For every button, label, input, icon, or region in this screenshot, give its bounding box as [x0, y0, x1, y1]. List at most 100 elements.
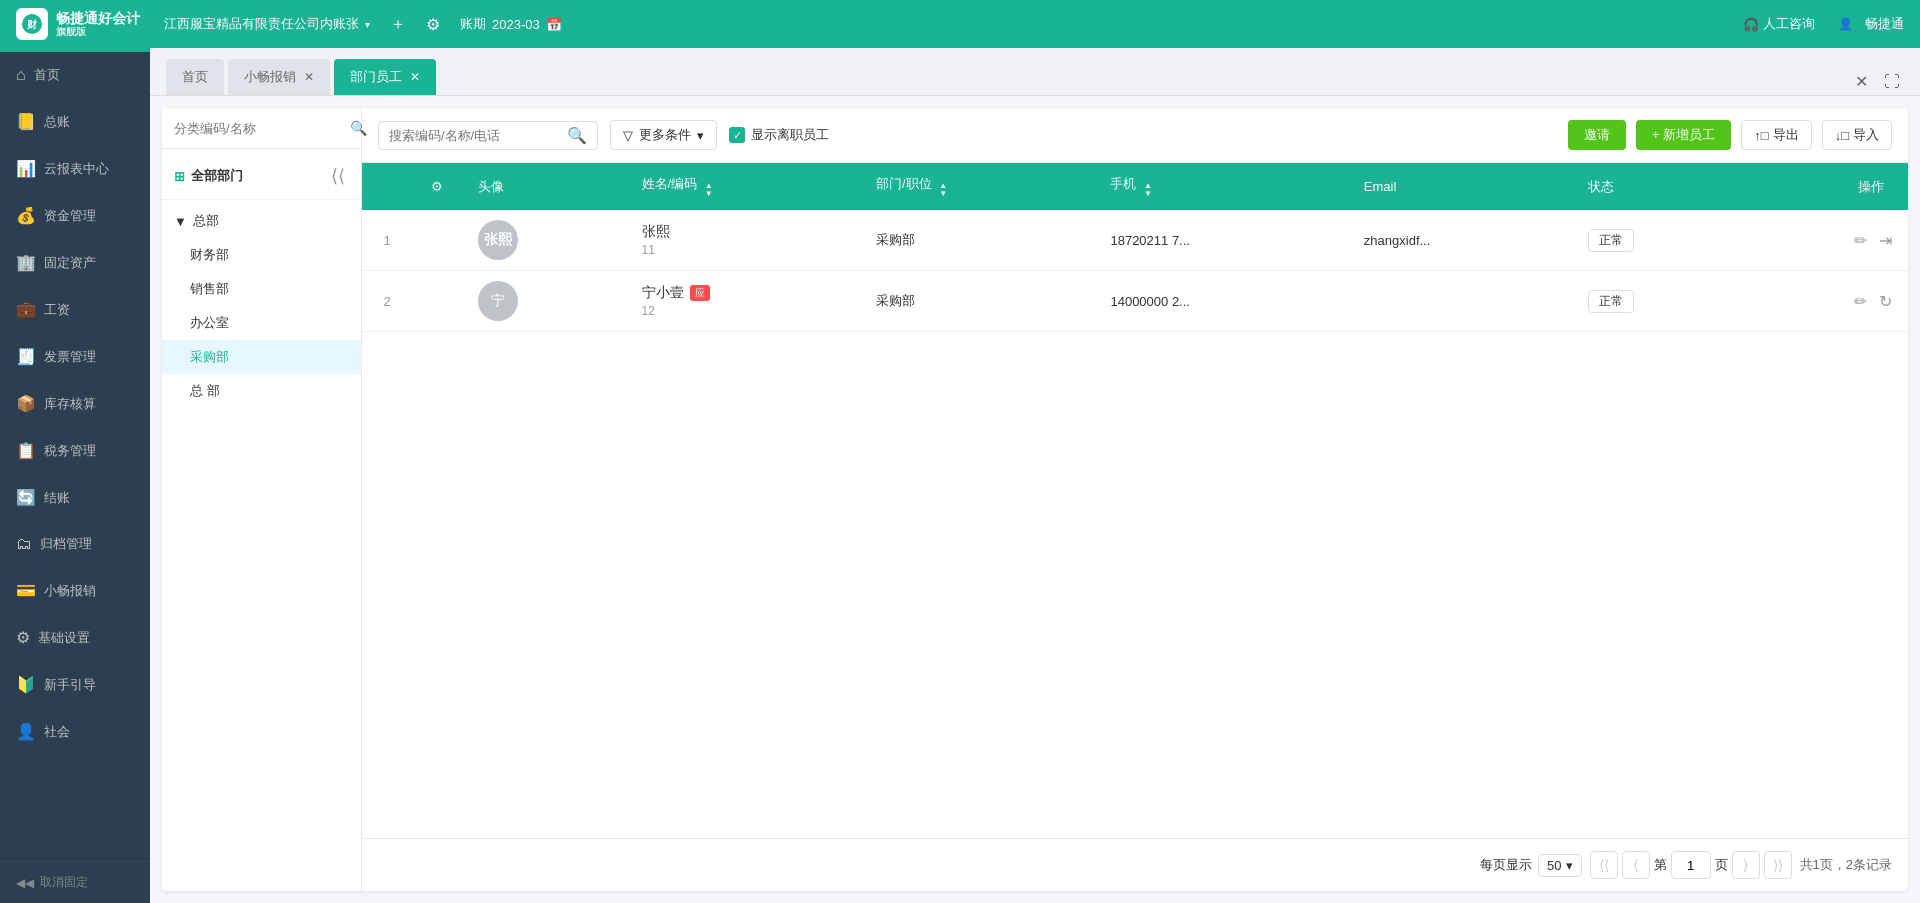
- employee-list: 🔍 ▽ 更多条件 ▾ ✓ 显示离职员工 邀请 + 新增员工: [362, 108, 1908, 891]
- expand-window-icon[interactable]: ⛶: [1880, 69, 1904, 95]
- row-actions: ✏ ⇥: [1749, 210, 1908, 271]
- payroll-icon: 💼: [16, 300, 36, 319]
- settings-icon[interactable]: ⚙: [422, 11, 444, 38]
- show-resigned-toggle[interactable]: ✓ 显示离职员工: [729, 126, 829, 144]
- row-avatar: 张熙: [462, 210, 626, 271]
- dept-finance[interactable]: 财务部: [162, 238, 361, 272]
- show-resigned-checkbox[interactable]: ✓: [729, 127, 745, 143]
- pagination: 每页显示 50 ▾ ⟨⟨ ⟨ 第 1 页 ⟩ ⟩⟩: [362, 838, 1908, 891]
- th-settings[interactable]: ⚙: [412, 163, 462, 210]
- row-status: 正常: [1572, 271, 1749, 332]
- add-employee-button[interactable]: + 新增员工: [1636, 120, 1731, 150]
- dept-search-input[interactable]: [174, 121, 342, 136]
- tab-bar: 首页 小畅报销 ✕ 部门员工 ✕ ✕ ⛶: [150, 48, 1920, 96]
- import-icon: ↓□: [1835, 128, 1849, 143]
- inventory-icon: 📦: [16, 394, 36, 413]
- filter-button[interactable]: ▽ 更多条件 ▾: [610, 120, 717, 150]
- close-employee-tab[interactable]: ✕: [410, 70, 420, 84]
- sidebar-item-account[interactable]: 👤 社会: [0, 708, 150, 755]
- sidebar-item-expense[interactable]: 💳 小畅报销: [0, 567, 150, 614]
- row-phone: 14000000 2...: [1094, 271, 1347, 332]
- row-actions: ✏ ↻: [1749, 271, 1908, 332]
- tab-home[interactable]: 首页: [166, 59, 224, 95]
- dept-general[interactable]: 总 部: [162, 374, 361, 408]
- sidebar-item-payroll[interactable]: 💼 工资: [0, 286, 150, 333]
- home-icon: ⌂: [16, 66, 26, 84]
- tab-employee[interactable]: 部门员工 ✕: [334, 59, 436, 95]
- edit-icon[interactable]: ✏: [1854, 292, 1867, 311]
- logout-icon[interactable]: ⇥: [1879, 231, 1892, 250]
- pin-icon: ◀◀: [16, 876, 34, 890]
- first-page-button[interactable]: ⟨⟨: [1590, 851, 1618, 879]
- account-icon: 👤: [16, 722, 36, 741]
- th-dept-position[interactable]: 部门/职位 ▲▼: [860, 163, 1094, 210]
- dept-tree-header: 🔍: [162, 108, 361, 149]
- next-page-button[interactable]: ⟩: [1732, 851, 1760, 879]
- row-avatar: 宁: [462, 271, 626, 332]
- sort-icon: ▲▼: [1144, 182, 1152, 198]
- invoice-icon: 🧾: [16, 347, 36, 366]
- dept-sales[interactable]: 销售部: [162, 272, 361, 306]
- row-number: 1: [362, 210, 412, 271]
- th-status: 状态: [1572, 163, 1749, 210]
- company-selector[interactable]: 江西服宝精品有限责任公司内账张 ▾: [164, 15, 370, 33]
- invite-button[interactable]: 邀请: [1568, 120, 1626, 150]
- th-phone[interactable]: 手机 ▲▼: [1094, 163, 1347, 210]
- pagination-nav: ⟨⟨ ⟨ 第 1 页 ⟩ ⟩⟩: [1590, 851, 1792, 879]
- sidebar-item-cloud-reports[interactable]: 📊 云报表中心: [0, 145, 150, 192]
- employee-toolbar: 🔍 ▽ 更多条件 ▾ ✓ 显示离职员工 邀请 + 新增员工: [362, 108, 1908, 163]
- user-info[interactable]: 👤 畅捷通: [1831, 10, 1904, 38]
- sidebar-item-home[interactable]: ⌂ 首页: [0, 52, 150, 98]
- th-no: [362, 163, 412, 210]
- last-page-button[interactable]: ⟩⟩: [1764, 851, 1792, 879]
- avatar: 👤: [1831, 10, 1859, 38]
- sidebar-item-checkout[interactable]: 🔄 结账: [0, 474, 150, 521]
- sidebar: ⌂ 首页 📒 总账 📊 云报表中心 💰 资金管理 🏢 固定资产 💼 工资 🧾 发…: [0, 48, 150, 903]
- dept-headquarters-header[interactable]: ▼ 总部: [162, 204, 361, 238]
- page-size-dropdown[interactable]: 50 ▾: [1538, 854, 1581, 877]
- tax-icon: 📋: [16, 441, 36, 460]
- header-actions: ＋ ⚙: [386, 10, 444, 39]
- arrow-down-icon: ▼: [174, 214, 187, 229]
- sidebar-item-guide[interactable]: 🔰 新手引导: [0, 661, 150, 708]
- refresh-icon[interactable]: ↻: [1879, 292, 1892, 311]
- tab-expense[interactable]: 小畅报销 ✕: [228, 59, 330, 95]
- sidebar-item-inventory[interactable]: 📦 库存核算: [0, 380, 150, 427]
- export-button[interactable]: ↑□ 导出: [1741, 120, 1811, 150]
- sidebar-item-invoice[interactable]: 🧾 发票管理: [0, 333, 150, 380]
- row-email: [1348, 271, 1572, 332]
- prev-page-button[interactable]: ⟨: [1622, 851, 1650, 879]
- sort-icon: ▲▼: [705, 182, 713, 198]
- avatar: 张熙: [478, 220, 518, 260]
- chevron-down-icon: ▾: [697, 128, 704, 143]
- column-settings-icon[interactable]: ⚙: [431, 179, 443, 194]
- add-button[interactable]: ＋: [386, 10, 410, 39]
- import-button[interactable]: ↓□ 导入: [1822, 120, 1892, 150]
- calendar-icon[interactable]: 📅: [546, 17, 562, 32]
- sidebar-item-archive[interactable]: 🗂 归档管理: [0, 521, 150, 567]
- sidebar-item-general-ledger[interactable]: 📒 总账: [0, 98, 150, 145]
- sidebar-unpin[interactable]: ◀◀ 取消固定: [0, 861, 150, 903]
- dept-all[interactable]: ⊞ 全部部门 ⟨⟨: [162, 157, 361, 200]
- employee-search-input[interactable]: [389, 128, 561, 143]
- close-window-icon[interactable]: ✕: [1851, 68, 1872, 95]
- dept-tree-collapse-btn[interactable]: ⟨⟨: [327, 165, 349, 187]
- dept-procurement[interactable]: 采购部: [162, 340, 361, 374]
- sidebar-item-settings[interactable]: ⚙ 基础设置: [0, 614, 150, 661]
- row-settings-cell: [412, 271, 462, 332]
- toolbar-right: 邀请 + 新增员工 ↑□ 导出 ↓□ 导入: [1568, 120, 1892, 150]
- dept-office[interactable]: 办公室: [162, 306, 361, 340]
- chart-icon: 📊: [16, 159, 36, 178]
- sidebar-item-fund-management[interactable]: 💰 资金管理: [0, 192, 150, 239]
- avatar: 宁: [478, 281, 518, 321]
- sidebar-item-fixed-assets[interactable]: 🏢 固定资产: [0, 239, 150, 286]
- row-name-code: 张熙 11: [626, 210, 860, 271]
- service-button[interactable]: 🎧 人工咨询: [1743, 15, 1815, 33]
- sidebar-item-tax[interactable]: 📋 税务管理: [0, 427, 150, 474]
- edit-icon[interactable]: ✏: [1854, 231, 1867, 250]
- row-status: 正常: [1572, 210, 1749, 271]
- close-expense-tab[interactable]: ✕: [304, 70, 314, 84]
- page-number-input[interactable]: 1: [1671, 851, 1711, 879]
- th-actions: 操作: [1749, 163, 1908, 210]
- th-name-code[interactable]: 姓名/编码 ▲▼: [626, 163, 860, 210]
